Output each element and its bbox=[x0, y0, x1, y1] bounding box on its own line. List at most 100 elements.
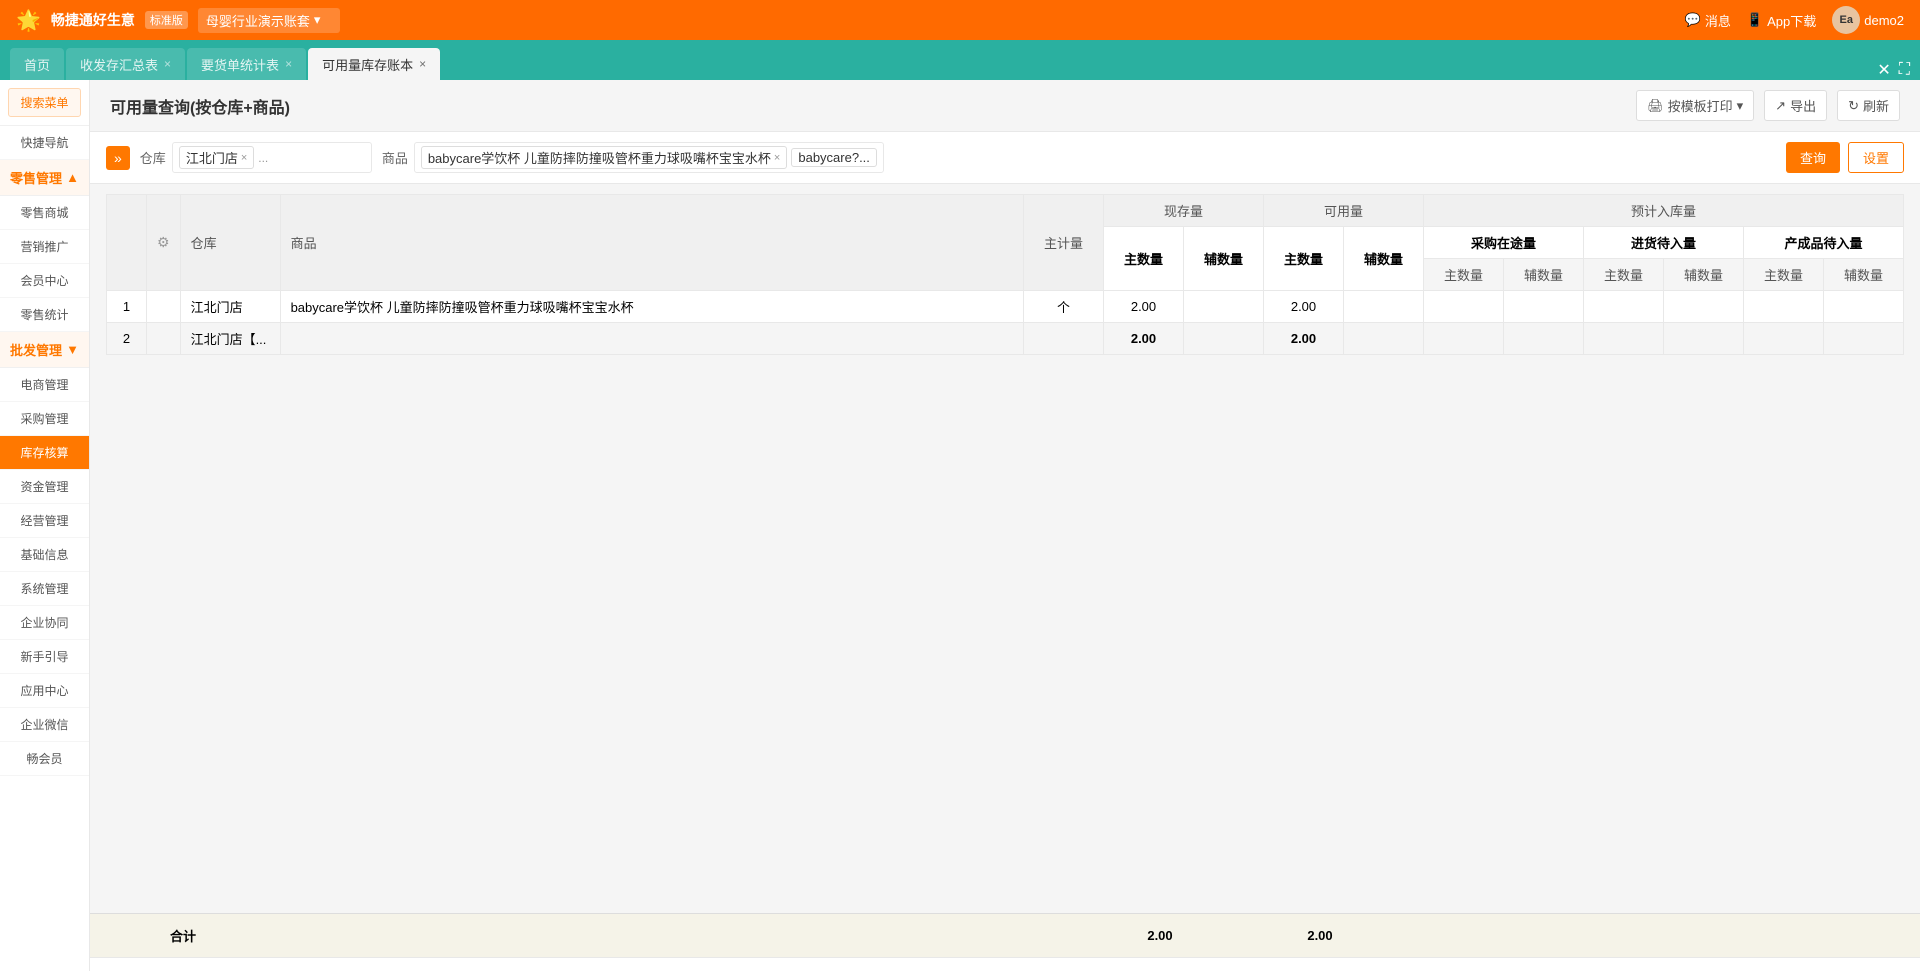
tab-receive-summary-label: 收发存汇总表 bbox=[80, 55, 158, 74]
cell-purchase-main-2 bbox=[1424, 323, 1504, 355]
export-btn[interactable]: ↗ 导出 bbox=[1764, 90, 1827, 121]
table-container: ⚙ 仓库 商品 主计量 现存量 可用量 预计入库量 主数量 辅数量 主数量 辅数… bbox=[90, 184, 1920, 913]
sidebar-section-retail[interactable]: 零售管理 ▲ bbox=[0, 160, 89, 196]
warehouse-filter-group: 仓库 江北门店 × ... bbox=[140, 142, 372, 173]
cell-production-main-1 bbox=[1744, 291, 1824, 323]
cell-warehouse-1: 江北门店 bbox=[180, 291, 280, 323]
tab-order-stats-label: 要货单统计表 bbox=[201, 55, 279, 74]
cell-production-aux-1 bbox=[1824, 291, 1904, 323]
cell-product-1: babycare学饮杯 儿童防摔防撞吸管杯重力球吸嘴杯宝宝水杯 bbox=[280, 291, 1023, 323]
refresh-btn[interactable]: ↻ 刷新 bbox=[1837, 90, 1900, 121]
sidebar-item-ecommerce[interactable]: 电商管理 bbox=[0, 368, 89, 402]
cell-available-main-1: 2.00 bbox=[1264, 291, 1344, 323]
cell-product-2 bbox=[280, 323, 1023, 355]
sidebar-item-quick-nav[interactable]: 快捷导航 bbox=[0, 126, 89, 160]
tab-receive-summary[interactable]: 收发存汇总表 × bbox=[66, 48, 185, 80]
top-bar-left: 🌟 畅捷通好生意 标准版 母婴行业演示账套 ▾ bbox=[16, 8, 340, 33]
total-production-main bbox=[1760, 920, 1840, 951]
sidebar-search-area: 搜索菜单 bbox=[0, 80, 89, 126]
tab-available-inventory-label: 可用量库存账本 bbox=[322, 55, 413, 74]
warehouse-tag-close[interactable]: × bbox=[241, 152, 247, 164]
cell-stock-main-2: 2.00 bbox=[1104, 323, 1184, 355]
horizontal-scroll-area[interactable] bbox=[90, 957, 1920, 971]
search-menu-btn[interactable]: 搜索菜单 bbox=[8, 88, 81, 117]
total-stock-main: 2.00 bbox=[1120, 920, 1200, 951]
sidebar-item-vip[interactable]: 畅会员 bbox=[0, 742, 89, 776]
chevron-down-icon: ▾ bbox=[314, 12, 321, 28]
filter-bar: » 仓库 江北门店 × ... 商品 babycare学饮杯 儿童防摔防撞吸管杯… bbox=[90, 132, 1920, 184]
data-table: ⚙ 仓库 商品 主计量 现存量 可用量 预计入库量 主数量 辅数量 主数量 辅数… bbox=[106, 194, 1904, 355]
th-product: 商品 bbox=[280, 195, 1023, 291]
product-tag-2: babycare?... bbox=[791, 148, 877, 167]
product-tag-1: babycare学饮杯 儿童防摔防撞吸管杯重力球吸嘴杯宝宝水杯 × bbox=[421, 146, 788, 169]
cell-index-1: 1 bbox=[107, 291, 147, 323]
sidebar-item-inventory[interactable]: 库存核算 bbox=[0, 436, 89, 470]
sidebar-item-purchase[interactable]: 采购管理 bbox=[0, 402, 89, 436]
cell-purchase-aux-2 bbox=[1504, 323, 1584, 355]
chevron-down-icon: ▼ bbox=[66, 342, 79, 357]
tab-available-inventory[interactable]: 可用量库存账本 × bbox=[308, 48, 440, 80]
settings-btn[interactable]: 设置 bbox=[1848, 142, 1904, 173]
print-btn[interactable]: 🖨 按模板打印 ▾ bbox=[1636, 90, 1754, 121]
product-filter-tags[interactable]: babycare学饮杯 儿童防摔防撞吸管杯重力球吸嘴杯宝宝水杯 × babyca… bbox=[414, 142, 884, 173]
bottom-total-bar: 合计 2.00 2.00 bbox=[90, 913, 1920, 957]
sidebar-item-retail-stats[interactable]: 零售统计 bbox=[0, 298, 89, 332]
sidebar-item-system[interactable]: 系统管理 bbox=[0, 572, 89, 606]
product-tag-1-close[interactable]: × bbox=[774, 152, 780, 164]
tab-available-inventory-close[interactable]: × bbox=[419, 57, 426, 71]
cell-unit-2 bbox=[1024, 323, 1104, 355]
sidebar-item-basic[interactable]: 基础信息 bbox=[0, 538, 89, 572]
table-row: 2 江北门店【... 2.00 2.00 bbox=[107, 323, 1904, 355]
expand-icon[interactable]: ⛶ bbox=[1899, 61, 1910, 79]
cell-available-aux-1 bbox=[1344, 291, 1424, 323]
warehouse-tag-1: 江北门店 × bbox=[179, 146, 254, 169]
th-purchase-aux: 辅数量 bbox=[1504, 259, 1584, 291]
total-spacer-product bbox=[260, 920, 1040, 951]
cell-stock-main-1: 2.00 bbox=[1104, 291, 1184, 323]
export-icon: ↗ bbox=[1775, 98, 1786, 114]
cell-gear-1 bbox=[147, 291, 181, 323]
total-production-aux bbox=[1840, 920, 1920, 951]
industry-selector[interactable]: 母婴行业演示账套 ▾ bbox=[198, 8, 341, 33]
cell-available-aux-2 bbox=[1344, 323, 1424, 355]
th-warehouse: 仓库 bbox=[180, 195, 280, 291]
th-purchase-main: 主数量 bbox=[1424, 259, 1504, 291]
app-download-btn[interactable]: 📱 App下载 bbox=[1747, 11, 1816, 30]
sidebar-item-appstore[interactable]: 应用中心 bbox=[0, 674, 89, 708]
total-incoming-aux bbox=[1680, 920, 1760, 951]
th-production-group: 产成品待入量 bbox=[1744, 227, 1904, 259]
sidebar-item-wechat[interactable]: 企业微信 bbox=[0, 708, 89, 742]
sidebar-item-enterprise[interactable]: 企业协同 bbox=[0, 606, 89, 640]
total-spacer-1 bbox=[90, 920, 130, 951]
user-menu[interactable]: Ea demo2 bbox=[1832, 6, 1904, 34]
th-stock-aux: 辅数量 bbox=[1184, 227, 1264, 291]
tab-home[interactable]: 首页 bbox=[10, 48, 64, 80]
th-available-aux: 辅数量 bbox=[1344, 227, 1424, 291]
cell-incoming-aux-1 bbox=[1664, 291, 1744, 323]
sidebar-item-member[interactable]: 会员中心 bbox=[0, 264, 89, 298]
th-production-aux: 辅数量 bbox=[1824, 259, 1904, 291]
tab-receive-summary-close[interactable]: × bbox=[164, 57, 171, 71]
tab-order-stats[interactable]: 要货单统计表 × bbox=[187, 48, 306, 80]
message-btn[interactable]: 💬 消息 bbox=[1685, 11, 1731, 30]
top-bar-right: 💬 消息 📱 App下载 Ea demo2 bbox=[1685, 6, 1904, 34]
close-window-icon[interactable]: ✕ bbox=[1877, 60, 1890, 80]
warehouse-filter-tags[interactable]: 江北门店 × ... bbox=[172, 142, 372, 173]
sidebar-item-operations[interactable]: 经营管理 bbox=[0, 504, 89, 538]
sidebar-item-retail-shop[interactable]: 零售商城 bbox=[0, 196, 89, 230]
tab-order-stats-close[interactable]: × bbox=[285, 57, 292, 71]
sidebar-section-wholesale[interactable]: 批发管理 ▼ bbox=[0, 332, 89, 368]
print-icon: 🖨 bbox=[1647, 98, 1664, 114]
th-purchase-group: 采购在途量 bbox=[1424, 227, 1584, 259]
sidebar-item-newbie[interactable]: 新手引导 bbox=[0, 640, 89, 674]
total-label: 合计 bbox=[160, 920, 260, 951]
th-gear: ⚙ bbox=[147, 195, 181, 291]
warehouse-more[interactable]: ... bbox=[258, 151, 268, 165]
gear-icon[interactable]: ⚙ bbox=[157, 234, 170, 250]
cell-available-main-2: 2.00 bbox=[1264, 323, 1344, 355]
top-bar: 🌟 畅捷通好生意 标准版 母婴行业演示账套 ▾ 💬 消息 📱 App下载 Ea … bbox=[0, 0, 1920, 40]
sidebar-item-finance[interactable]: 资金管理 bbox=[0, 470, 89, 504]
filter-expand-btn[interactable]: » bbox=[106, 146, 130, 170]
sidebar-item-marketing[interactable]: 营销推广 bbox=[0, 230, 89, 264]
query-btn[interactable]: 查询 bbox=[1786, 142, 1840, 173]
